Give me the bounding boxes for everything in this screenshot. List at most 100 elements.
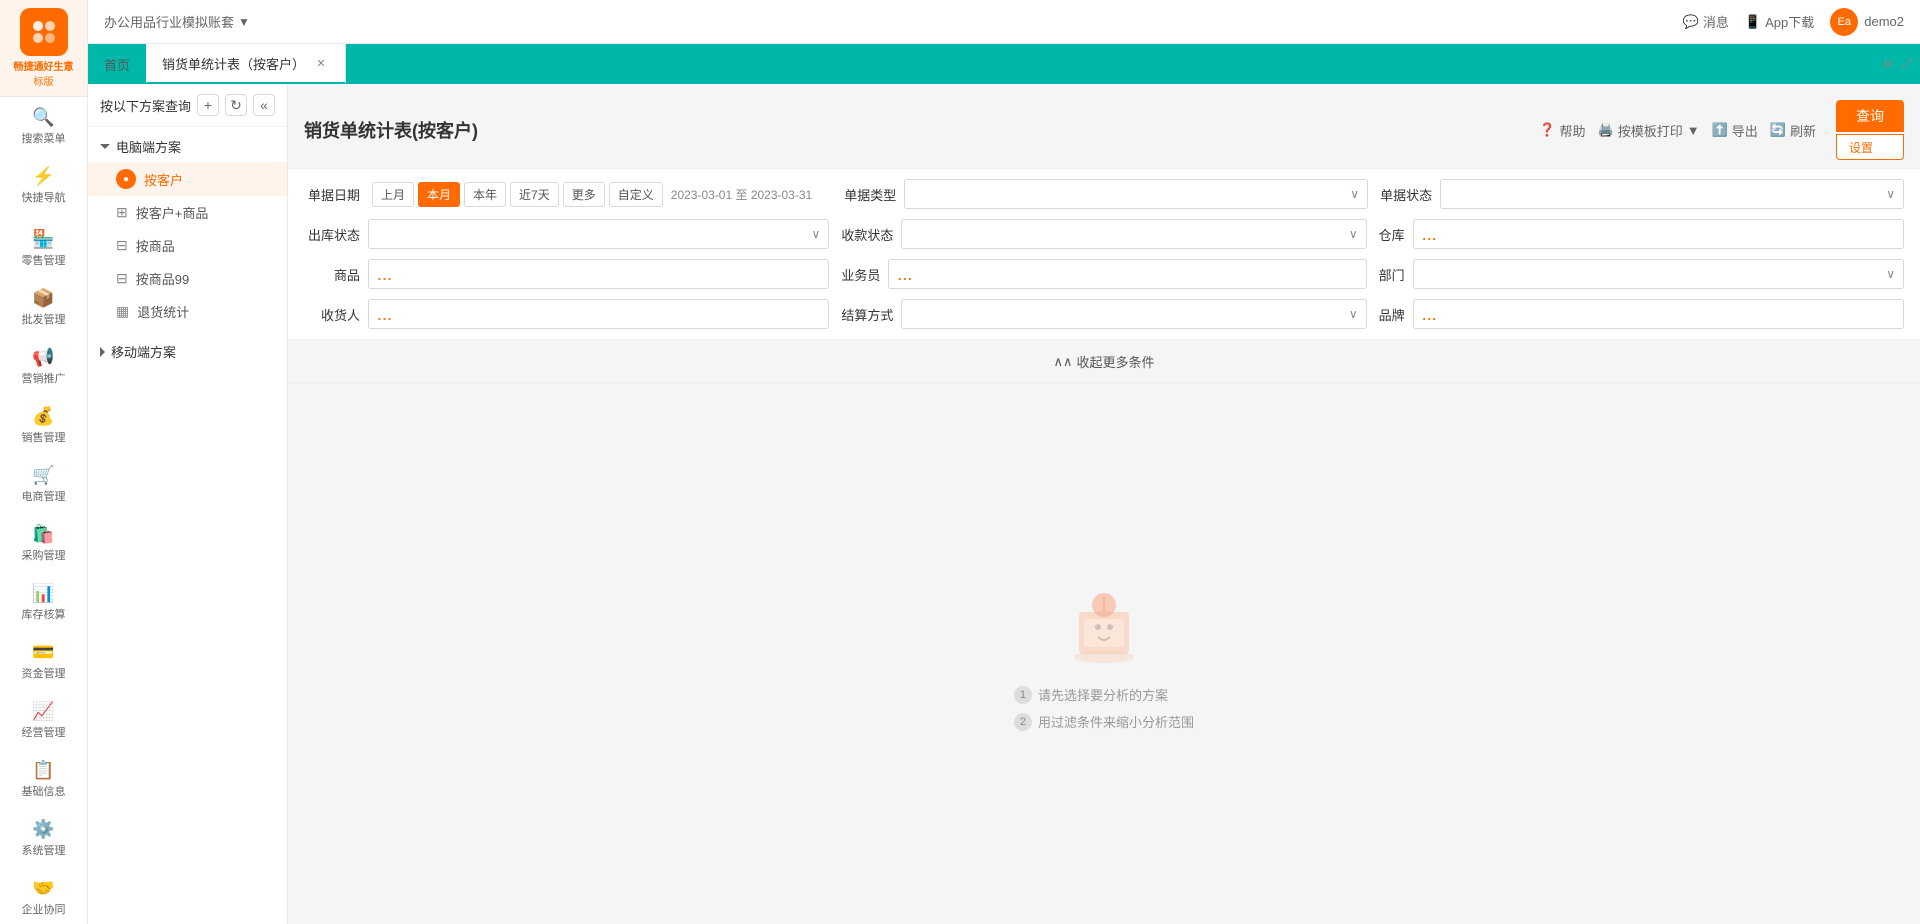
scheme-item-by-customer[interactable]: ● 按客户 [88,162,287,196]
date-more-btn[interactable]: 更多 [563,182,605,207]
tip-text-2: 用过滤条件来缩小分析范围 [1038,712,1194,731]
query-btn[interactable]: 查询 [1836,100,1904,132]
salesperson-select[interactable]: ... [888,259,1366,289]
payment-status-chevron: ∨ [1349,227,1358,241]
out-status-label: 出库状态 [304,225,360,244]
sidebar-item-enterprise[interactable]: 🤝 企业协同 [0,868,87,924]
product-label: 商品 [304,265,360,284]
sidebar-item-marketing[interactable]: 📢 营销推广 [0,337,87,396]
scheme-collapse-btn[interactable]: « [253,94,275,116]
date-filter-label: 单据日期 [304,185,360,204]
scheme-group-mobile-header[interactable]: 移动端方案 [88,336,287,367]
product-select[interactable]: ... [368,259,829,289]
scheme-item-return-stat[interactable]: ▦ 退货统计 [88,295,287,328]
sidebar-item-retail[interactable]: 🏪 零售管理 [0,219,87,278]
doc-type-filter: 单据类型 ∨ [844,179,1368,209]
recipient-filter: 收货人 ... [304,299,829,329]
ecommerce-icon: 🛒 [32,465,54,486]
page-title: 销货单统计表(按客户) [304,117,478,143]
sidebar-item-wholesale[interactable]: 📦 批发管理 [0,278,87,337]
sidebar-item-sales[interactable]: 💰 销售管理 [0,396,87,455]
settlement-select[interactable]: ∨ [901,299,1366,329]
help-btn[interactable]: ❓ 帮助 [1539,121,1585,140]
salesperson-dots[interactable]: ... [897,265,912,283]
out-status-chevron: ∨ [812,227,821,241]
recipient-dots[interactable]: ... [377,305,392,323]
product-dots[interactable]: ... [377,265,392,283]
brand-select[interactable]: ... [1413,299,1904,329]
doc-type-label: 单据类型 [844,185,896,204]
sidebar-item-finance[interactable]: 💳 资金管理 [0,632,87,691]
date-this-month-btn[interactable]: 本月 [418,182,460,207]
date-custom-btn[interactable]: 自定义 [609,182,663,207]
search-icon: 🔍 [32,107,54,128]
tip-text-1: 请先选择要分析的方案 [1038,685,1168,704]
warehouse-select[interactable]: ... [1413,219,1904,249]
refresh-btn[interactable]: 🔄 刷新 [1770,121,1816,140]
scheme-group-desktop: 电脑端方案 ● 按客户 ⊞ 按客户+商品 ⊟ 按商品 ⊟ [88,127,287,332]
finance-icon: 💳 [32,642,54,663]
logo-icon[interactable] [20,8,68,56]
operations-icon: 📈 [32,701,54,722]
scheme-add-btn[interactable]: + [197,94,219,116]
sidebar-item-basic[interactable]: 📋 基础信息 [0,750,87,809]
collapse-conditions-btn[interactable]: ∧∧ 收起更多条件 [1041,348,1166,375]
sidebar-item-system[interactable]: ⚙️ 系统管理 [0,809,87,868]
message-btn[interactable]: 💬 消息 [1683,12,1729,31]
sidebar-item-quick-nav[interactable]: ⚡ 快捷导航 [0,156,87,215]
tip-num-2: 2 [1014,713,1032,731]
app-download-btn[interactable]: 📱 App下载 [1745,12,1814,31]
scheme-item-by-customer-product[interactable]: ⊞ 按客户+商品 [88,196,287,229]
industry-selector[interactable]: 办公用品行业模拟账套 ▼ [104,12,250,31]
scheme-item-by-product-99[interactable]: ⊟ 按商品99 [88,262,287,295]
close-window-icon[interactable]: ✕ [1882,56,1894,73]
sidebar-item-purchase[interactable]: 🛍️ 采购管理 [0,514,87,573]
date-this-year-btn[interactable]: 本年 [464,182,506,207]
out-status-select[interactable]: ∨ [368,219,829,249]
scheme-refresh-btn[interactable]: ↻ [225,94,247,116]
export-icon: ⬆️ [1712,122,1728,138]
user-profile-btn[interactable]: Ea demo2 [1830,8,1904,36]
tab-sales-stat[interactable]: 销货单统计表（按客户） ✕ [146,44,346,84]
tab-home[interactable]: 首页 [88,44,146,84]
scheme-item-by-product[interactable]: ⊟ 按商品 [88,229,287,262]
sidebar-item-operations[interactable]: 📈 经营管理 [0,691,87,750]
sidebar-item-search[interactable]: 🔍 搜索菜单 [0,97,87,156]
department-select[interactable]: ∨ [1413,259,1904,289]
sidebar-item-inventory[interactable]: 📊 库存核算 [0,573,87,632]
product-filter: 商品 ... [304,259,829,289]
scheme-group-desktop-header[interactable]: 电脑端方案 [88,131,287,162]
brand-filter: 品牌 ... [1379,299,1904,329]
triangle-right-icon [100,347,105,357]
brand-dots[interactable]: ... [1422,305,1437,323]
date-last-month-btn[interactable]: 上月 [372,182,414,207]
print-btn[interactable]: 🖨️ 按模板打印 ▼ [1598,121,1700,140]
warehouse-dots[interactable]: ... [1422,225,1437,243]
grid-icon: ⊞ [116,204,128,221]
maximize-icon[interactable]: ⤢ [1902,56,1912,72]
tab-close-btn[interactable]: ✕ [313,55,329,71]
tab-label: 销货单统计表（按客户） [162,54,305,73]
sidebar-item-ecommerce[interactable]: 🛒 电商管理 [0,455,87,514]
date-last-7-days-btn[interactable]: 近7天 [510,182,559,207]
marketing-icon: 📢 [32,347,54,368]
help-icon: ❓ [1539,122,1555,138]
scheme-item-label-customer-product: 按客户+商品 [136,203,209,222]
out-status-filter: 出库状态 ∨ [304,219,829,249]
bar-icon: ▦ [116,303,129,320]
doc-type-select[interactable]: ∨ [904,179,1368,209]
payment-status-filter: 收款状态 ∨ [841,219,1366,249]
table-icon: ⊟ [116,237,128,254]
main-area: 办公用品行业模拟账套 ▼ 💬 消息 📱 App下载 Ea demo2 首页 [88,0,1920,924]
filter-section: 单据日期 上月 本月 本年 近7天 更多 自定义 2023-03-01 至 20… [288,169,1920,340]
payment-status-select[interactable]: ∨ [901,219,1366,249]
logo-area: 畅捷通好生意 标版 [0,0,87,97]
recipient-select[interactable]: ... [368,299,829,329]
export-btn[interactable]: ⬆️ 导出 [1712,121,1758,140]
doc-status-select[interactable]: ∨ [1440,179,1904,209]
department-label: 部门 [1379,265,1405,284]
scheme-group-desktop-label: 电脑端方案 [116,137,181,156]
scheme-group-mobile: 移动端方案 [88,332,287,371]
triangle-down-icon [100,144,110,149]
settings-btn[interactable]: 设置 [1836,134,1904,160]
